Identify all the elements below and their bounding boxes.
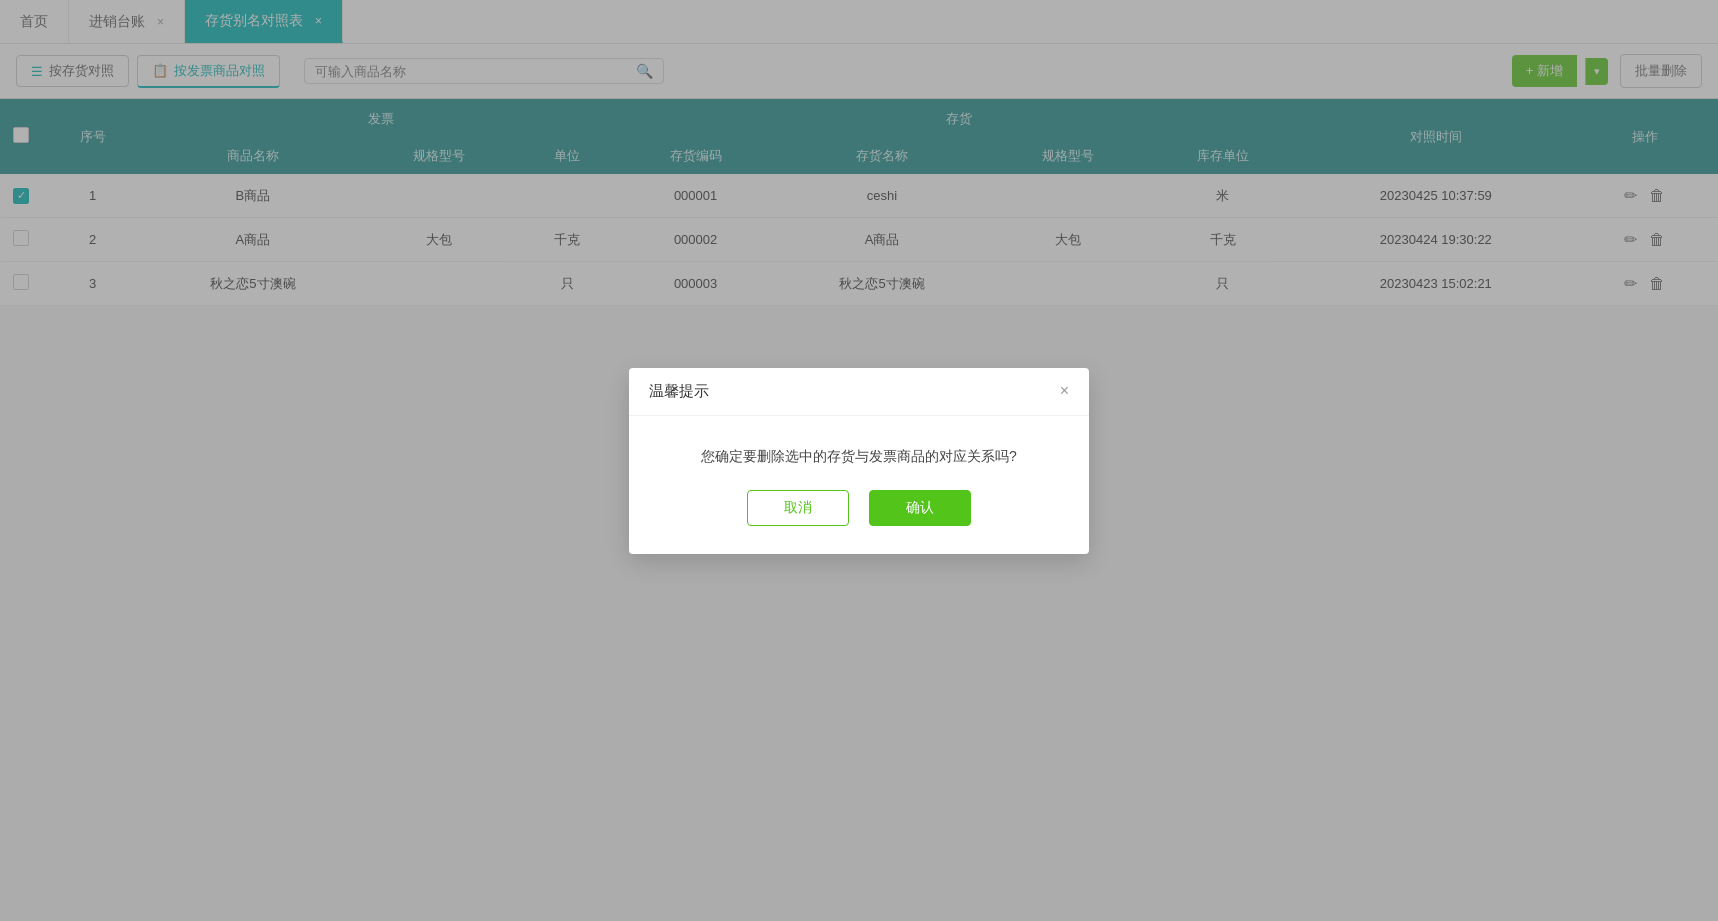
overlay: 温馨提示 × 您确定要删除选中的存货与发票商品的对应关系吗? 取消 确认 xyxy=(0,0,1718,306)
